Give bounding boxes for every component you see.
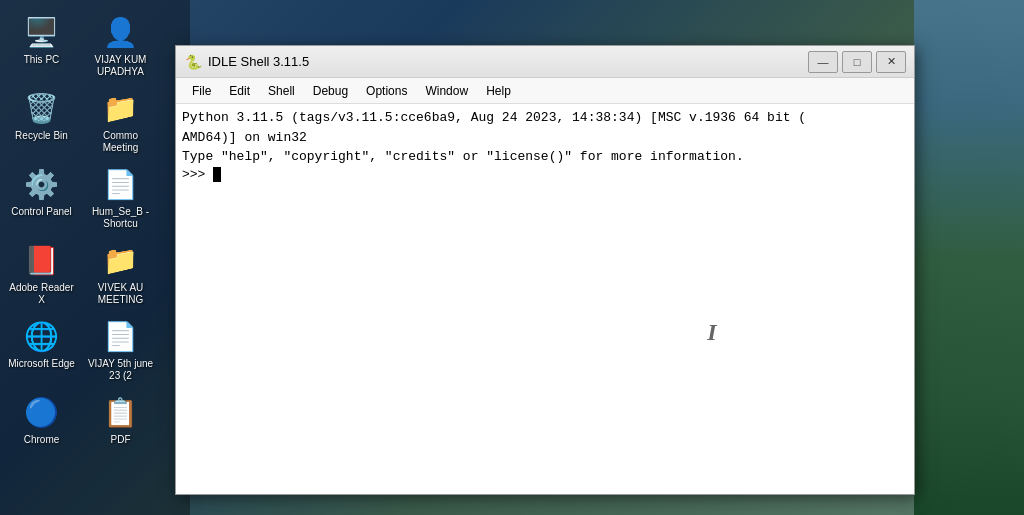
icon-row-4: 🌐 Microsoft Edge 📄 VIJAY 5th june 23 (2 bbox=[4, 312, 186, 386]
maximize-button[interactable]: □ bbox=[842, 51, 872, 73]
desktop-icon-control-panel[interactable]: ⚙️ Control Panel bbox=[4, 160, 79, 234]
menu-debug[interactable]: Debug bbox=[305, 82, 356, 100]
idle-shell-window: 🐍 IDLE Shell 3.11.5 — □ ✕ File Edit Shel… bbox=[175, 45, 915, 495]
this-pc-label: This PC bbox=[24, 54, 60, 66]
title-bar[interactable]: 🐍 IDLE Shell 3.11.5 — □ ✕ bbox=[176, 46, 914, 78]
edge-label: Microsoft Edge bbox=[8, 358, 75, 370]
chrome-label: Chrome bbox=[24, 434, 60, 446]
shell-output-line-3: Type "help", "copyright", "credits" or "… bbox=[182, 147, 908, 167]
desktop-icon-pdf[interactable]: 📋 PDF bbox=[83, 388, 158, 450]
pdf-label: PDF bbox=[111, 434, 131, 446]
desktop-icon-chrome[interactable]: 🔵 Chrome bbox=[4, 388, 79, 450]
nature-background bbox=[914, 0, 1024, 515]
icon-row-2: ⚙️ Control Panel 📄 Hum_Se_B - Shortcu bbox=[4, 160, 186, 234]
desktop-icon-this-pc[interactable]: 🖥️ This PC bbox=[4, 8, 79, 82]
recycle-bin-icon: 🗑️ bbox=[22, 88, 62, 128]
desktop-icon-commo-meeting[interactable]: 📁 Commo Meeting bbox=[83, 84, 158, 158]
icon-row-0: 🖥️ This PC 👤 VIJAY KUM UPADHYA bbox=[4, 8, 186, 82]
vijay-icon: 👤 bbox=[101, 12, 141, 52]
hum-se-label: Hum_Se_B - Shortcu bbox=[87, 206, 154, 230]
this-pc-icon: 🖥️ bbox=[22, 12, 62, 52]
pdf-icon: 📋 bbox=[101, 392, 141, 432]
menu-options[interactable]: Options bbox=[358, 82, 415, 100]
menu-bar: File Edit Shell Debug Options Window Hel… bbox=[176, 78, 914, 104]
desktop-icon-hum-se[interactable]: 📄 Hum_Se_B - Shortcu bbox=[83, 160, 158, 234]
desktop-icon-vivek[interactable]: 📁 VIVEK AU MEETING bbox=[83, 236, 158, 310]
control-panel-label: Control Panel bbox=[11, 206, 72, 218]
vivek-label: VIVEK AU MEETING bbox=[87, 282, 154, 306]
shell-output-line-2: AMD64)] on win32 bbox=[182, 128, 908, 148]
icon-row-5: 🔵 Chrome 📋 PDF bbox=[4, 388, 186, 450]
vijay5th-label: VIJAY 5th june 23 (2 bbox=[87, 358, 154, 382]
window-controls: — □ ✕ bbox=[808, 51, 906, 73]
commo-meeting-icon: 📁 bbox=[101, 88, 141, 128]
chrome-icon: 🔵 bbox=[22, 392, 62, 432]
window-title: IDLE Shell 3.11.5 bbox=[208, 54, 808, 69]
menu-file[interactable]: File bbox=[184, 82, 219, 100]
menu-window[interactable]: Window bbox=[417, 82, 476, 100]
desktop-icons-area: 🖥️ This PC 👤 VIJAY KUM UPADHYA 🗑️ Recycl… bbox=[0, 0, 190, 515]
shell-prompt: >>> bbox=[182, 167, 213, 182]
shell-output-line-1: Python 3.11.5 (tags/v3.11.5:cce6ba9, Aug… bbox=[182, 108, 908, 128]
desktop-icon-recycle-bin[interactable]: 🗑️ Recycle Bin bbox=[4, 84, 79, 158]
close-button[interactable]: ✕ bbox=[876, 51, 906, 73]
commo-meeting-label: Commo Meeting bbox=[87, 130, 154, 154]
text-cursor-indicator: I bbox=[707, 319, 716, 346]
menu-help[interactable]: Help bbox=[478, 82, 519, 100]
window-icon: 🐍 bbox=[184, 53, 202, 71]
vivek-icon: 📁 bbox=[101, 240, 141, 280]
edge-icon: 🌐 bbox=[22, 316, 62, 356]
icon-row-3: 📕 Adobe Reader X 📁 VIVEK AU MEETING bbox=[4, 236, 186, 310]
icon-row-1: 🗑️ Recycle Bin 📁 Commo Meeting bbox=[4, 84, 186, 158]
adobe-icon: 📕 bbox=[22, 240, 62, 280]
desktop-icon-vijay5th[interactable]: 📄 VIJAY 5th june 23 (2 bbox=[83, 312, 158, 386]
recycle-bin-label: Recycle Bin bbox=[15, 130, 68, 142]
desktop-icon-vijay[interactable]: 👤 VIJAY KUM UPADHYA bbox=[83, 8, 158, 82]
vijay5th-icon: 📄 bbox=[101, 316, 141, 356]
hum-se-icon: 📄 bbox=[101, 164, 141, 204]
desktop: 🖥️ This PC 👤 VIJAY KUM UPADHYA 🗑️ Recycl… bbox=[0, 0, 1024, 515]
vijay-label: VIJAY KUM UPADHYA bbox=[87, 54, 154, 78]
menu-shell[interactable]: Shell bbox=[260, 82, 303, 100]
shell-content-area[interactable]: Python 3.11.5 (tags/v3.11.5:cce6ba9, Aug… bbox=[176, 104, 914, 494]
desktop-icon-adobe[interactable]: 📕 Adobe Reader X bbox=[4, 236, 79, 310]
control-panel-icon: ⚙️ bbox=[22, 164, 62, 204]
minimize-button[interactable]: — bbox=[808, 51, 838, 73]
desktop-icon-edge[interactable]: 🌐 Microsoft Edge bbox=[4, 312, 79, 386]
menu-edit[interactable]: Edit bbox=[221, 82, 258, 100]
adobe-label: Adobe Reader X bbox=[8, 282, 75, 306]
shell-cursor bbox=[213, 167, 221, 182]
shell-prompt-line[interactable]: >>> bbox=[182, 167, 908, 182]
